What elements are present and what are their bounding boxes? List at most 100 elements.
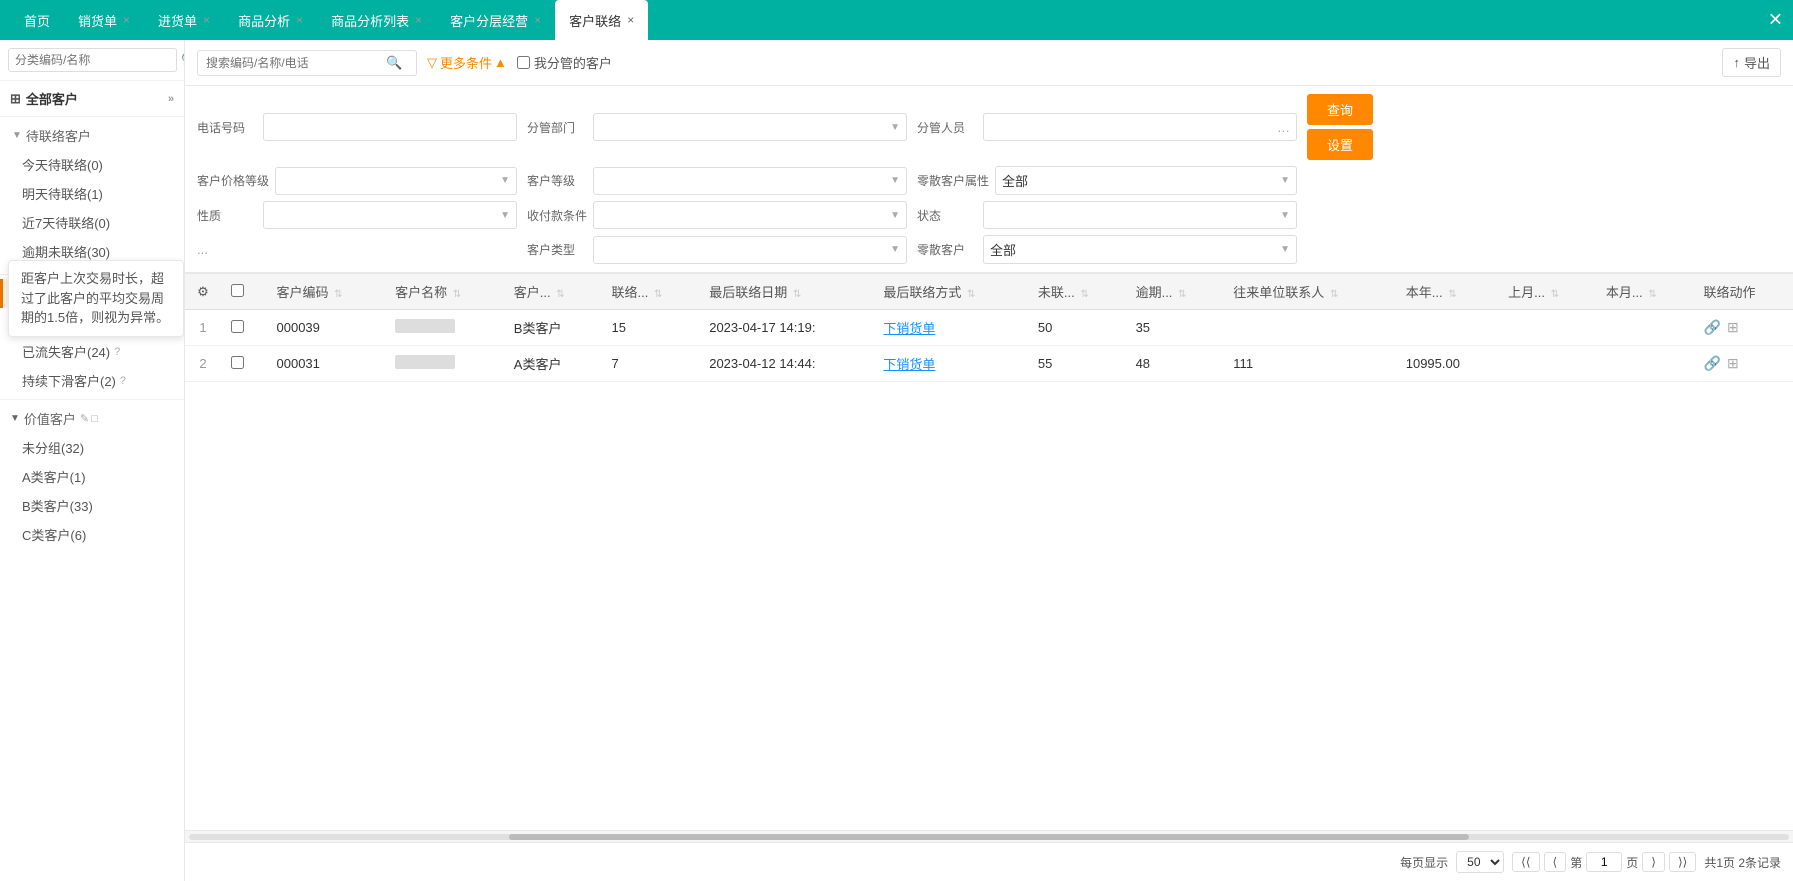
nav-tab-customer-contact[interactable]: 客户联络 ×	[555, 0, 648, 40]
close-sales-tab[interactable]: ×	[123, 13, 130, 27]
edit-icon[interactable]: ✎	[80, 412, 89, 425]
nav-tab-purchase[interactable]: 进货单 ×	[144, 0, 224, 40]
row-2-check[interactable]	[231, 356, 244, 369]
last-month-col-header[interactable]: 上月... ⇅	[1498, 274, 1596, 310]
prev-page-button[interactable]: ⟨	[1544, 852, 1567, 872]
pending-arrow: ▼	[12, 130, 22, 141]
search-box: 🔍	[197, 50, 417, 76]
customer-type-col-header[interactable]: 客户... ⇅	[504, 274, 602, 310]
nav-tab-product-analysis[interactable]: 商品分析 ×	[224, 0, 317, 40]
row-2-overdue: 48	[1126, 346, 1224, 382]
row-1-last-month	[1498, 310, 1596, 346]
sidebar-item-class-b[interactable]: B类客户(33)	[0, 491, 184, 520]
price-grade-select[interactable]: ▼	[275, 167, 517, 195]
search-input[interactable]	[206, 56, 386, 70]
sidebar-item-class-a[interactable]: A类客户(1)	[0, 462, 184, 491]
my-customer-checkbox[interactable]	[517, 56, 530, 69]
horizontal-scrollbar[interactable]	[185, 830, 1793, 842]
pending-contact-title[interactable]: ▼ 待联络客户	[0, 121, 184, 150]
filter-row-2: 客户价格等级 ▼ 客户等级 ▼ 零散客户属性 全部	[197, 166, 1781, 195]
name-col-header[interactable]: 客户名称 ⇅	[385, 274, 504, 310]
last-contact-method-col-header[interactable]: 最后联络方式 ⇅	[873, 274, 1028, 310]
ellipsis-button[interactable]: ...	[197, 242, 208, 257]
zero-attr-chevron: ▼	[1280, 175, 1290, 186]
zero-customer-label: 零散客户	[917, 241, 977, 258]
close-product-analysis-tab[interactable]: ×	[296, 13, 303, 27]
customer-type-select[interactable]: ▼	[593, 236, 907, 264]
nav-tab-home[interactable]: 首页	[10, 0, 64, 40]
nav-tab-customer-tier[interactable]: 客户分层经营 ×	[436, 0, 555, 40]
search-icon[interactable]: 🔍	[386, 55, 402, 71]
scrollbar-thumb[interactable]	[509, 834, 1469, 840]
next-page-button[interactable]: ⟩	[1642, 852, 1665, 872]
close-customer-tier-tab[interactable]: ×	[534, 13, 541, 27]
row-1-check[interactable]	[231, 320, 244, 333]
sidebar-item-unclassified[interactable]: 未分组(32)	[0, 433, 184, 462]
page-number-input[interactable]	[1586, 852, 1622, 872]
row-2-link-icon[interactable]: 🔗	[1704, 355, 1721, 372]
row-2-method[interactable]: 下销货单	[873, 346, 1028, 382]
row-1-overdue: 35	[1126, 310, 1224, 346]
query-button[interactable]: 查询	[1307, 94, 1373, 125]
manager-select[interactable]: …	[983, 113, 1297, 141]
close-window-button[interactable]: ✕	[1768, 10, 1783, 31]
close-product-list-tab[interactable]: ×	[415, 13, 422, 27]
settings-button[interactable]: 设置	[1307, 129, 1373, 160]
nav-tab-product-list[interactable]: 商品分析列表 ×	[317, 0, 436, 40]
phone-input[interactable]	[263, 113, 517, 141]
zero-attr-select[interactable]: 全部 ▼	[995, 166, 1297, 195]
sidebar-search-icon[interactable]: 🔍	[181, 52, 185, 68]
sidebar-item-class-c[interactable]: C类客户(6)	[0, 520, 184, 549]
close-purchase-tab[interactable]: ×	[203, 13, 210, 27]
nav-tab-sales[interactable]: 销货单 ×	[64, 0, 144, 40]
value-customer-title[interactable]: ▼ 价值客户 ✎ □	[0, 404, 184, 433]
row-2-checkbox[interactable]	[221, 346, 267, 382]
contacts-col-header[interactable]: 往来单位联系人 ⇅	[1223, 274, 1395, 310]
all-customers-title[interactable]: ⊞ 全部客户 »	[0, 81, 184, 117]
settings-col-header[interactable]: ⚙	[185, 274, 221, 310]
this-year-col-header[interactable]: 本年... ⇅	[1396, 274, 1498, 310]
sidebar-item-tomorrow[interactable]: 明天待联络(1)	[0, 179, 184, 208]
sidebar-search-area: 🔍	[0, 40, 184, 81]
sidebar-item-declining[interactable]: 持续下滑客户(2) ?	[0, 366, 184, 395]
first-page-button[interactable]: ⟨⟨	[1512, 852, 1539, 872]
sidebar-item-churned[interactable]: 已流失客户(24) ?	[0, 337, 184, 366]
overdue-col-header[interactable]: 逾期... ⇅	[1126, 274, 1224, 310]
scrollbar-track	[189, 834, 1789, 840]
method-sort-icon: ⇅	[967, 289, 975, 300]
page-size-select[interactable]: 50	[1456, 851, 1504, 873]
last-page-button[interactable]: ⟩⟩	[1669, 852, 1696, 872]
checkbox-col-header[interactable]	[221, 274, 267, 310]
row-1-link-icon[interactable]: 🔗	[1704, 319, 1721, 336]
unlinkage-col-header[interactable]: 未联... ⇅	[1028, 274, 1126, 310]
row-1-checkbox[interactable]	[221, 310, 267, 346]
code-col-header[interactable]: 客户编码 ⇅	[267, 274, 386, 310]
export-button[interactable]: ↑ 导出	[1722, 48, 1781, 77]
unlink-sort-icon: ⇅	[1080, 289, 1088, 300]
status-select[interactable]: ▼	[983, 201, 1297, 229]
row-1-unlinkage: 50	[1028, 310, 1126, 346]
sidebar-search-input[interactable]	[8, 48, 177, 72]
customer-grade-select[interactable]: ▼	[593, 167, 907, 195]
select-all-checkbox[interactable]	[231, 284, 244, 297]
zero-customer-select[interactable]: 全部 ▼	[983, 235, 1297, 264]
payment-select[interactable]: ▼	[593, 201, 907, 229]
row-2-grid-icon[interactable]: ⊞	[1727, 355, 1739, 372]
dept-chevron-icon: ▼	[890, 122, 900, 133]
config-icon[interactable]: □	[91, 413, 98, 425]
dept-select[interactable]: ▼	[593, 113, 907, 141]
sidebar-item-7days[interactable]: 近7天待联络(0)	[0, 208, 184, 237]
row-1-num: 1	[185, 310, 221, 346]
last-contact-date-col-header[interactable]: 最后联络日期 ⇅	[699, 274, 873, 310]
gender-select[interactable]: ▼	[263, 201, 517, 229]
row-1-grid-icon[interactable]: ⊞	[1727, 319, 1739, 336]
row-1-method[interactable]: 下销货单	[873, 310, 1028, 346]
zero-attr-label: 零散客户属性	[917, 172, 989, 189]
this-month-col-header[interactable]: 本月... ⇅	[1596, 274, 1694, 310]
close-customer-contact-tab[interactable]: ×	[627, 13, 634, 27]
ellipsis-field: ...	[197, 242, 517, 257]
contact-count-col-header[interactable]: 联络... ⇅	[602, 274, 700, 310]
status-label: 状态	[917, 207, 977, 224]
more-filter-button[interactable]: ▽ 更多条件 ▲	[427, 53, 507, 72]
sidebar-item-today[interactable]: 今天待联络(0)	[0, 150, 184, 179]
